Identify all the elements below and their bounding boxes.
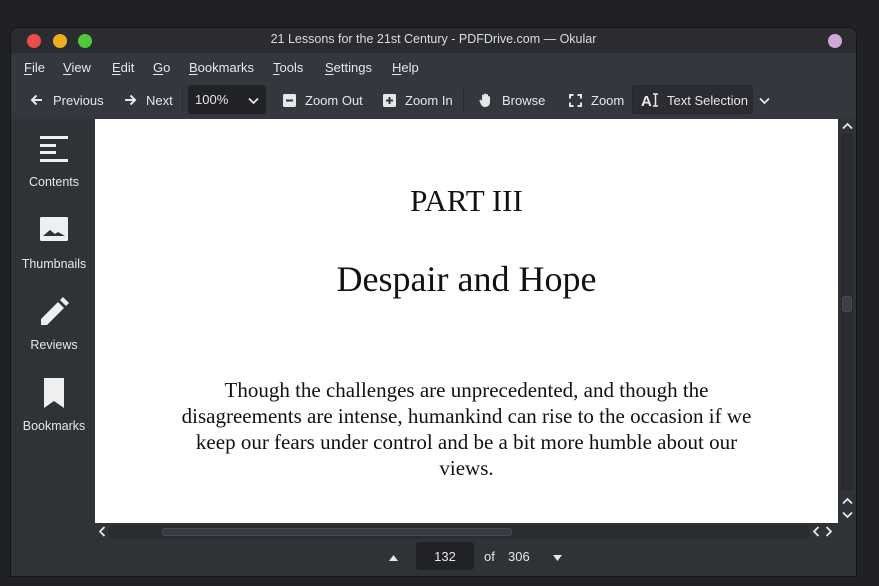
arrow-left-icon (29, 92, 45, 108)
previous-button[interactable]: Previous (29, 81, 104, 119)
title-bar: 21 Lessons for the 21st Century - PDFDri… (11, 28, 856, 53)
menu-bar: File View Edit Go Bookmarks Tools Settin… (11, 53, 856, 81)
next-page-button[interactable] (552, 552, 563, 564)
next-label: Next (146, 92, 173, 108)
browse-tool-button[interactable]: Browse (478, 81, 545, 119)
sidebar-item-thumbnails[interactable]: Thumbnails (15, 215, 93, 271)
sidebar-panel: Contents Thumbnails Reviews Bookmarks (15, 119, 95, 576)
document-paragraph: Though the challenges are unprecedented,… (181, 378, 752, 480)
bookmark-icon (38, 377, 70, 409)
menu-mnemonic: E (112, 60, 121, 75)
scroll-down-icon[interactable] (842, 509, 853, 521)
zoom-out-button[interactable]: Zoom Out (281, 81, 363, 119)
menu-label: ile (31, 60, 45, 75)
scroll-up-icon[interactable] (842, 495, 853, 507)
menu-tools[interactable]: Tools (273, 60, 303, 75)
menu-mnemonic: F (24, 60, 32, 75)
hand-icon (478, 92, 494, 108)
menu-help[interactable]: Help (392, 60, 419, 75)
minus-box-icon (281, 92, 297, 108)
triangle-down-icon (553, 555, 562, 561)
scroll-left-icon[interactable] (812, 526, 820, 539)
zoom-tool-button[interactable]: Zoom (567, 81, 624, 119)
menu-edit[interactable]: Edit (112, 60, 134, 75)
horizontal-scroll-track[interactable] (109, 526, 809, 538)
toolbar-separator (463, 88, 464, 112)
zoom-in-button[interactable]: Zoom In (381, 81, 453, 119)
vertical-scrollbar[interactable] (838, 119, 856, 523)
menu-mnemonic: S (325, 60, 334, 75)
menu-view[interactable]: View (63, 60, 91, 75)
page-navigation-bar: 132 of 306 (11, 541, 856, 576)
svg-text:A: A (641, 93, 652, 108)
current-page-input[interactable]: 132 (416, 542, 474, 570)
horizontal-scrollbar[interactable] (95, 523, 838, 541)
document-chapter-title: Despair and Hope (336, 259, 597, 299)
okular-window: 21 Lessons for the 21st Century - PDFDri… (10, 27, 857, 577)
tool-menu-button[interactable] (759, 81, 770, 119)
menu-mnemonic: B (189, 60, 198, 75)
menu-mnemonic: H (392, 60, 402, 75)
sidebar-item-label: Reviews (30, 338, 78, 352)
menu-label: dit (120, 60, 135, 75)
scroll-left-icon[interactable] (98, 526, 106, 539)
browse-label: Browse (502, 92, 546, 108)
sidebar-item-label: Bookmarks (22, 419, 86, 433)
horizontal-scroll-thumb[interactable] (162, 528, 512, 536)
total-pages: 306 (508, 549, 530, 564)
sidebar-item-reviews[interactable]: Reviews (15, 296, 93, 352)
main-toolbar: Previous Next 100% Zoom Out Zoom In Brow… (11, 81, 856, 119)
vertical-scroll-track[interactable] (841, 134, 853, 490)
previous-page-button[interactable] (388, 552, 399, 564)
menu-label: iew (71, 60, 91, 75)
sidebar-item-label: Thumbnails (21, 257, 87, 271)
document-part-heading: PART III (410, 183, 523, 218)
menu-bookmarks[interactable]: Bookmarks (189, 60, 254, 75)
text-selection-tool-content[interactable]: A Text Selection (641, 81, 748, 119)
menu-file[interactable]: File (24, 60, 45, 75)
menu-label: ettings (333, 60, 372, 75)
previous-label: Previous (53, 92, 104, 108)
zoom-out-label: Zoom Out (305, 92, 363, 108)
arrow-right-icon (122, 92, 138, 108)
text-selection-label: Text Selection (667, 92, 748, 108)
next-button[interactable]: Next (122, 81, 173, 119)
scroll-right-icon[interactable] (825, 526, 833, 539)
menu-mnemonic: G (153, 60, 164, 75)
menu-label: ookmarks (197, 60, 255, 75)
toolbar-separator (182, 88, 183, 112)
chevron-down-icon (248, 93, 259, 108)
sidebar-item-label: Contents (28, 175, 80, 189)
page-of-label: of (484, 549, 495, 564)
zoom-frame-icon (567, 92, 583, 108)
sidebar-item-contents[interactable]: Contents (15, 133, 93, 189)
zoom-in-label: Zoom In (405, 92, 453, 108)
triangle-up-icon (389, 555, 398, 561)
menu-label: elp (401, 60, 419, 75)
thumbnails-icon (38, 215, 70, 247)
vertical-scroll-thumb[interactable] (842, 296, 852, 312)
pencil-icon (38, 296, 70, 328)
window-options-button[interactable] (828, 34, 842, 48)
menu-settings[interactable]: Settings (325, 60, 372, 75)
zoom-level-value: 100% (195, 92, 229, 107)
document-page[interactable]: PART III Despair and Hope Though the cha… (95, 119, 838, 523)
menu-label: o (163, 60, 171, 75)
contents-icon (38, 133, 70, 165)
scroll-up-icon[interactable] (842, 120, 853, 132)
sidebar-item-bookmarks[interactable]: Bookmarks (15, 377, 93, 433)
window-title: 21 Lessons for the 21st Century - PDFDri… (270, 32, 597, 46)
plus-box-icon (381, 92, 397, 108)
menu-label: ools (279, 60, 304, 75)
menu-go[interactable]: Go (153, 60, 170, 75)
chevron-down-icon (759, 93, 770, 108)
zoom-level-select[interactable]: 100% (188, 85, 266, 114)
zoom-tool-label: Zoom (591, 92, 625, 108)
text-cursor-icon: A (641, 92, 659, 108)
